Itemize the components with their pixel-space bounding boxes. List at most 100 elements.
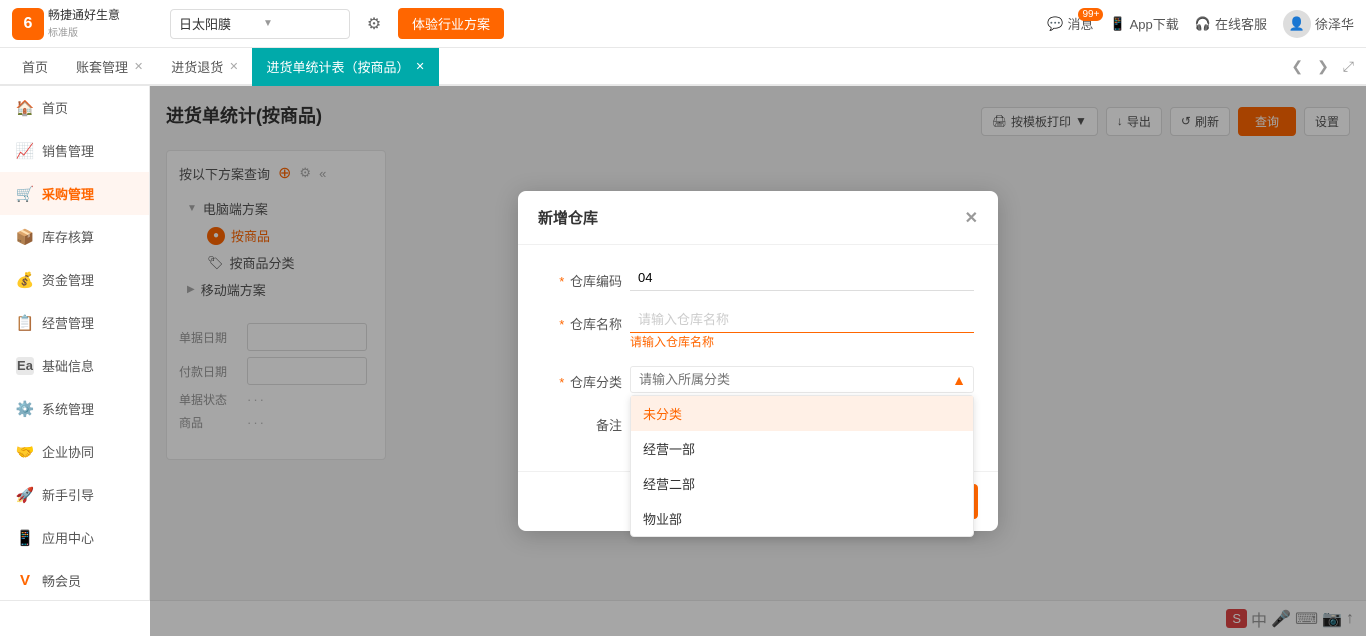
logo-area: 6 畅捷通好生意 标准版 bbox=[12, 8, 162, 40]
finance-icon: 💰 bbox=[16, 271, 34, 289]
dropdown-item-uncategorized[interactable]: 未分类 bbox=[631, 396, 973, 431]
form-row-name: * 仓库名称 请输入仓库名称 bbox=[542, 307, 974, 350]
category-select-wrap: ▲ 未分类 经营一部 经营二部 物业部 bbox=[630, 366, 974, 393]
home-icon: 🏠 bbox=[16, 99, 34, 117]
chevron-down-icon: ▼ bbox=[263, 18, 341, 29]
search-bar[interactable]: 日太阳膜 ▼ bbox=[170, 9, 350, 39]
sidebar-collab-label: 企业协同 bbox=[42, 442, 94, 461]
app-download-item[interactable]: 📱 App下载 bbox=[1109, 14, 1178, 33]
category-input[interactable] bbox=[630, 366, 974, 393]
online-service-item[interactable]: 🎧 在线客服 bbox=[1195, 14, 1267, 33]
modal-body: * 仓库编码 * 仓库名称 bbox=[518, 245, 998, 471]
tab-home[interactable]: 首页 bbox=[8, 48, 62, 86]
sidebar-item-finance[interactable]: 💰 资金管理 bbox=[0, 258, 149, 301]
category-label: * 仓库分类 bbox=[542, 366, 622, 391]
sidebar-item-operations[interactable]: 📋 经营管理 bbox=[0, 301, 149, 344]
sidebar: 🏠 首页 📈 销售管理 🛒 采购管理 📦 库存核算 💰 资金管理 📋 经营管理 … bbox=[0, 86, 150, 636]
sidebar-basic-info-label: 基础信息 bbox=[42, 356, 94, 375]
tab-home-label: 首页 bbox=[22, 57, 48, 76]
username-label: 徐泽华 bbox=[1315, 14, 1354, 33]
tab-purchase-stats[interactable]: 进货单统计表（按商品） ✕ bbox=[252, 48, 438, 86]
modal-title: 新增仓库 bbox=[538, 207, 598, 228]
content-area: 进货单统计(按商品) 🖨 按模板打印 ▼ ↓ 导出 ↺ 刷新 查询 设置 bbox=[150, 86, 1366, 636]
logo-sub: 标准版 bbox=[48, 24, 120, 39]
sidebar-guide-label: 新手引导 bbox=[42, 485, 94, 504]
form-row-code: * 仓库编码 bbox=[542, 265, 974, 291]
sidebar-item-system[interactable]: ⚙️ 系统管理 bbox=[0, 387, 149, 430]
vip-icon: V bbox=[16, 572, 34, 590]
name-error-msg: 请输入仓库名称 bbox=[630, 335, 714, 349]
search-value: 日太阳膜 bbox=[179, 14, 257, 33]
sidebar-item-apps[interactable]: 📱 应用中心 bbox=[0, 516, 149, 559]
sidebar-finance-label: 资金管理 bbox=[42, 270, 94, 289]
sidebar-purchase-label: 采购管理 bbox=[42, 184, 94, 203]
operations-icon: 📋 bbox=[16, 314, 34, 332]
logo-icon: 6 bbox=[12, 8, 44, 40]
basic-info-icon: Ea bbox=[16, 357, 34, 375]
app-download-label: App下载 bbox=[1130, 14, 1179, 33]
tab-expand-icon[interactable]: ⤢ bbox=[1339, 54, 1358, 79]
mobile-icon: 📱 bbox=[1109, 16, 1125, 32]
tab-next-icon[interactable]: ❯ bbox=[1313, 54, 1333, 79]
sidebar-item-home[interactable]: 🏠 首页 bbox=[0, 86, 149, 129]
sidebar-item-basic-info[interactable]: Ea 基础信息 bbox=[0, 344, 149, 387]
tab-accounts-close[interactable]: ✕ bbox=[134, 60, 143, 73]
header-right: 💬 消息 99+ 📱 App下载 🎧 在线客服 👤 徐泽华 bbox=[1047, 10, 1354, 38]
avatar: 👤 bbox=[1283, 10, 1311, 38]
modal-header: 新增仓库 ✕ bbox=[518, 191, 998, 245]
sidebar-item-sales[interactable]: 📈 销售管理 bbox=[0, 129, 149, 172]
code-input[interactable] bbox=[630, 265, 974, 291]
name-input[interactable] bbox=[630, 307, 974, 333]
main-layout: 🏠 首页 📈 销售管理 🛒 采购管理 📦 库存核算 💰 资金管理 📋 经营管理 … bbox=[0, 86, 1366, 636]
system-icon: ⚙️ bbox=[16, 400, 34, 418]
apps-icon: 📱 bbox=[16, 529, 34, 547]
dropdown-item-dept2[interactable]: 经营二部 bbox=[631, 466, 973, 501]
logo-title: 畅捷通好生意 bbox=[48, 8, 120, 24]
code-required-star: * bbox=[559, 274, 564, 289]
tab-accounts[interactable]: 账套管理 ✕ bbox=[62, 48, 157, 86]
sidebar-item-vip[interactable]: V 畅会员 bbox=[0, 559, 149, 602]
gear-button[interactable]: ⚙ bbox=[358, 8, 390, 40]
sidebar-system-label: 系统管理 bbox=[42, 399, 94, 418]
message-icon: 💬 bbox=[1047, 16, 1063, 32]
user-item[interactable]: 👤 徐泽华 bbox=[1283, 10, 1354, 38]
trial-button[interactable]: 体验行业方案 bbox=[398, 8, 504, 39]
tab-purchase-return-label: 进货退货 bbox=[171, 57, 223, 76]
code-label: * 仓库编码 bbox=[542, 265, 622, 290]
sidebar-item-purchase[interactable]: 🛒 采购管理 bbox=[0, 172, 149, 215]
tab-purchase-return-close[interactable]: ✕ bbox=[229, 60, 238, 73]
sidebar-item-guide[interactable]: 🚀 新手引导 bbox=[0, 473, 149, 516]
category-required-star: * bbox=[559, 375, 564, 390]
name-required-star: * bbox=[559, 317, 564, 332]
sidebar-item-inventory[interactable]: 📦 库存核算 bbox=[0, 215, 149, 258]
dropdown-item-dept1[interactable]: 经营一部 bbox=[631, 431, 973, 466]
sidebar-home-label: 首页 bbox=[42, 98, 68, 117]
sidebar-item-collab[interactable]: 🤝 企业协同 bbox=[0, 430, 149, 473]
sales-icon: 📈 bbox=[16, 142, 34, 160]
collab-icon: 🤝 bbox=[16, 443, 34, 461]
tab-purchase-return[interactable]: 进货退货 ✕ bbox=[157, 48, 252, 86]
sidebar-inventory-label: 库存核算 bbox=[42, 227, 94, 246]
purchase-icon: 🛒 bbox=[16, 185, 34, 203]
tab-bar: 首页 账套管理 ✕ 进货退货 ✕ 进货单统计表（按商品） ✕ ❮ ❯ ⤢ bbox=[0, 48, 1366, 86]
tab-prev-icon[interactable]: ❮ bbox=[1287, 54, 1307, 79]
modal-overlay[interactable]: 新增仓库 ✕ * 仓库编码 bbox=[150, 86, 1366, 636]
category-dropdown: 未分类 经营一部 经营二部 物业部 bbox=[630, 395, 974, 537]
inventory-icon: 📦 bbox=[16, 228, 34, 246]
modal-close-icon[interactable]: ✕ bbox=[965, 208, 978, 228]
form-row-category: * 仓库分类 ▲ 未分类 经营一部 经营二部 物业部 bbox=[542, 366, 974, 393]
sidebar-vip-label: 畅会员 bbox=[42, 571, 81, 590]
sidebar-operations-label: 经营管理 bbox=[42, 313, 94, 332]
tab-accounts-label: 账套管理 bbox=[76, 57, 128, 76]
notification-item[interactable]: 💬 消息 99+ bbox=[1047, 14, 1093, 33]
tab-purchase-stats-label: 进货单统计表（按商品） bbox=[266, 57, 409, 76]
sidebar-sales-label: 销售管理 bbox=[42, 141, 94, 160]
notification-badge: 99+ bbox=[1078, 8, 1103, 21]
tab-bar-actions: ❮ ❯ ⤢ bbox=[1287, 54, 1358, 79]
guide-icon: 🚀 bbox=[16, 486, 34, 504]
top-header: 6 畅捷通好生意 标准版 日太阳膜 ▼ ⚙ 体验行业方案 💬 消息 99+ 📱 … bbox=[0, 0, 1366, 48]
tab-purchase-stats-close[interactable]: ✕ bbox=[416, 60, 425, 73]
notes-label: 备注 bbox=[542, 409, 622, 434]
dropdown-item-property[interactable]: 物业部 bbox=[631, 501, 973, 536]
name-label: * 仓库名称 bbox=[542, 308, 622, 333]
